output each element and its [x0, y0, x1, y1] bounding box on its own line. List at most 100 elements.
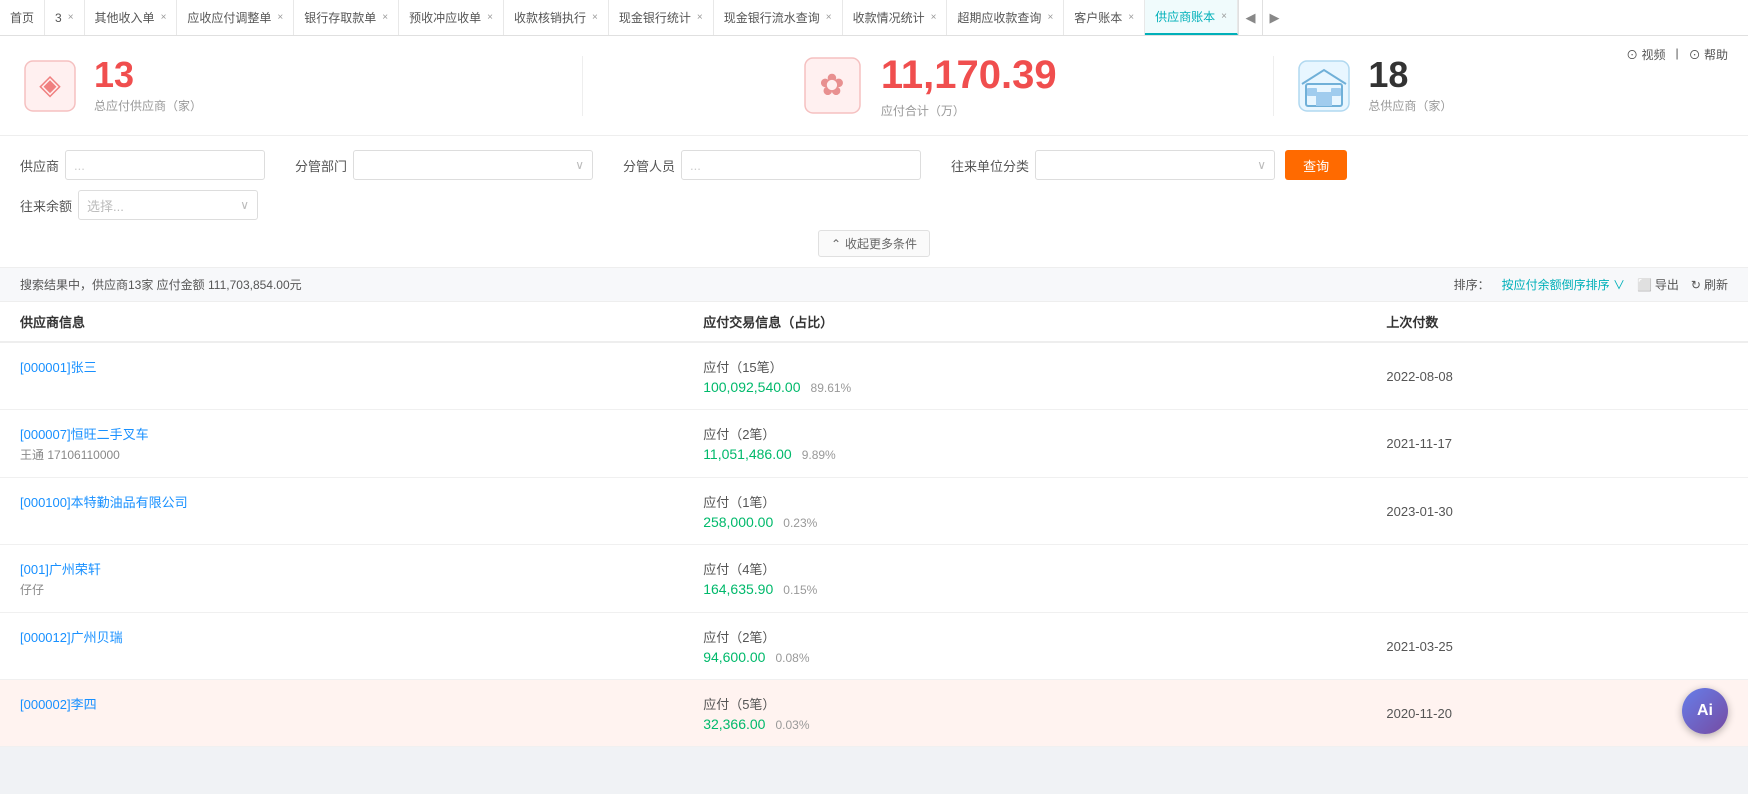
supplier-sub-4: 仔仔: [20, 581, 703, 598]
tx-amount-1[interactable]: 100,092,540.00: [703, 379, 800, 395]
close-icon[interactable]: ×: [1221, 11, 1227, 22]
filter-supplier: 供应商 ...: [20, 150, 265, 180]
nav-tab-cash-bank-flow[interactable]: 现金银行流水查询 ×: [714, 0, 843, 35]
supplier-link-1[interactable]: [000001]张三: [20, 360, 97, 375]
tx-info-5: 应付（2笔） 94,600.00 0.08%: [703, 627, 1386, 665]
filter-row-2: 往来余额 选择... ∨: [20, 190, 1728, 220]
supplier-link-5[interactable]: [000012]广州贝瑞: [20, 630, 123, 645]
supplier-dots: ...: [74, 158, 85, 173]
supplier-info-2: [000007]恒旺二手叉车 王通 17106110000: [20, 424, 703, 463]
tx-amount-3[interactable]: 258,000.00: [703, 514, 773, 530]
close-icon[interactable]: ×: [161, 12, 167, 23]
filter-balance: 往来余额 选择... ∨: [20, 190, 258, 220]
stat-content-3: 18 总供应商（家）: [1368, 57, 1452, 114]
supplier-label: 供应商: [20, 156, 59, 175]
dept-input[interactable]: ∨: [353, 150, 593, 180]
nav-tab-overdue-ar[interactable]: 超期应收款查询 ×: [947, 0, 1064, 35]
close-icon[interactable]: ×: [592, 12, 598, 23]
export-button[interactable]: ⬜ 导出: [1637, 276, 1679, 293]
nav-arrow-left[interactable]: ◀: [1238, 0, 1262, 36]
nav-tab-supplier-ledger[interactable]: 供应商账本 ×: [1145, 0, 1238, 35]
last-payment-1: 2022-08-08: [1386, 369, 1728, 384]
nav-tab-home[interactable]: 首页: [0, 0, 45, 35]
filter-dept: 分管部门 ∨: [295, 150, 593, 180]
close-icon[interactable]: ×: [277, 12, 283, 23]
nav-arrow-right[interactable]: ▶: [1262, 0, 1286, 36]
category-input[interactable]: ∨: [1035, 150, 1275, 180]
tx-amount-4[interactable]: 164,635.90: [703, 581, 773, 597]
nav-tab-cash-bank-stats[interactable]: 现金银行统计 ×: [609, 0, 714, 35]
collapse-button[interactable]: ⌃ 收起更多条件: [818, 230, 930, 257]
ai-assistant-button[interactable]: Ai: [1682, 688, 1728, 734]
chevron-down-icon: ∨: [575, 158, 584, 172]
result-bar: 搜索结果中，供应商13家 应付金额 111,703,854.00元 排序： 按应…: [0, 268, 1748, 302]
stat-number-total-suppliers: 18: [1368, 57, 1452, 93]
supplier-link-4[interactable]: [001]广州荣轩: [20, 562, 101, 577]
refresh-icon: ↻: [1691, 278, 1701, 292]
result-actions: 排序： 按应付余额倒序排序 ∨ ⬜ 导出 ↻ 刷新: [1454, 276, 1728, 293]
last-payment-3: 2023-01-30: [1386, 504, 1728, 519]
stat-number-payable-suppliers: 13: [94, 57, 202, 93]
close-icon[interactable]: ×: [826, 12, 832, 23]
sort-label: 排序：: [1454, 276, 1490, 293]
tx-amount-2[interactable]: 11,051,486.00: [703, 446, 792, 462]
filter-category: 往来单位分类 ∨: [951, 150, 1275, 180]
nav-tab-advance-offset[interactable]: 预收冲应收单 ×: [399, 0, 504, 35]
stat-divider-2: [1273, 56, 1274, 116]
nav-tab-other-income[interactable]: 其他收入单 ×: [85, 0, 178, 35]
sort-dropdown[interactable]: 按应付余额倒序排序 ∨: [1502, 276, 1625, 293]
collapse-label: 收起更多条件: [845, 235, 917, 252]
close-icon[interactable]: ×: [382, 12, 388, 23]
tx-amount-5[interactable]: 94,600.00: [703, 649, 765, 665]
tx-percent-6: 0.03%: [775, 718, 809, 732]
nav-tab-3[interactable]: 3 ×: [45, 0, 85, 35]
svg-text:✿: ✿: [819, 69, 844, 102]
header-actions: ⊙ 视频 | ⊙ 帮助: [1626, 46, 1728, 63]
tx-amount-6[interactable]: 32,366.00: [703, 716, 765, 732]
refresh-button[interactable]: ↻ 刷新: [1691, 276, 1728, 293]
supplier-input[interactable]: ...: [65, 150, 265, 180]
query-button[interactable]: 查询: [1285, 150, 1347, 180]
tx-label-6: 应付（5笔）: [703, 694, 1386, 713]
nav-tab-label: 其他收入单: [95, 9, 155, 26]
supplier-link-2[interactable]: [000007]恒旺二手叉车: [20, 427, 149, 442]
nav-tab-ar-ap-adjust[interactable]: 应收应付调整单 ×: [177, 0, 294, 35]
close-icon[interactable]: ×: [1128, 12, 1134, 23]
help-link[interactable]: ⊙ 帮助: [1689, 46, 1728, 63]
nav-tab-receipt-verify[interactable]: 收款核销执行 ×: [504, 0, 609, 35]
close-icon[interactable]: ×: [68, 12, 74, 23]
close-icon[interactable]: ×: [697, 12, 703, 23]
tx-info-6: 应付（5笔） 32,366.00 0.03%: [703, 694, 1386, 732]
col-header-supplier: 供应商信息: [20, 312, 703, 331]
supplier-info-1: [000001]张三: [20, 357, 703, 376]
last-payment-2: 2021-11-17: [1386, 436, 1728, 451]
category-label: 往来单位分类: [951, 156, 1029, 175]
nav-tab-label: 现金银行统计: [619, 9, 691, 26]
supplier-link-3[interactable]: [000100]本特勤油品有限公司: [20, 495, 188, 510]
supplier-sub-2: 王通 17106110000: [20, 446, 703, 463]
tx-percent-1: 89.61%: [811, 381, 852, 395]
table-row: [000001]张三 应付（15笔） 100,092,540.00 89.61%…: [0, 343, 1748, 410]
nav-tab-label: 银行存取款单: [304, 9, 376, 26]
supplier-link-6[interactable]: [000002]李四: [20, 697, 97, 712]
supplier-info-3: [000100]本特勤油品有限公司: [20, 492, 703, 511]
nav-tab-bank-deposit[interactable]: 银行存取款单 ×: [294, 0, 399, 35]
person-dots: ...: [690, 158, 701, 173]
supplier-info-5: [000012]广州贝瑞: [20, 627, 703, 646]
nav-tab-label: 现金银行流水查询: [724, 9, 820, 26]
video-link[interactable]: ⊙ 视频: [1626, 46, 1665, 63]
nav-tab-label: 供应商账本: [1155, 8, 1215, 25]
nav-tab-customer-ledger[interactable]: 客户账本 ×: [1064, 0, 1145, 35]
tx-info-1: 应付（15笔） 100,092,540.00 89.61%: [703, 357, 1386, 395]
close-icon[interactable]: ×: [487, 12, 493, 23]
balance-input[interactable]: 选择... ∨: [78, 190, 258, 220]
close-icon[interactable]: ×: [931, 12, 937, 23]
nav-tab-receipt-stats[interactable]: 收款情况统计 ×: [843, 0, 948, 35]
person-input[interactable]: ...: [681, 150, 921, 180]
chevron-down-icon-2: ∨: [1257, 158, 1266, 172]
nav-tab-label: 超期应收款查询: [957, 9, 1041, 26]
last-payment-6: 2020-11-20: [1386, 706, 1728, 721]
top-navigation: 首页 3 × 其他收入单 × 应收应付调整单 × 银行存取款单 × 预收冲应收单…: [0, 0, 1748, 36]
stat-block-payable-total: ✿ 11,170.39 应付合计（万）: [603, 53, 1253, 119]
close-icon[interactable]: ×: [1047, 12, 1053, 23]
